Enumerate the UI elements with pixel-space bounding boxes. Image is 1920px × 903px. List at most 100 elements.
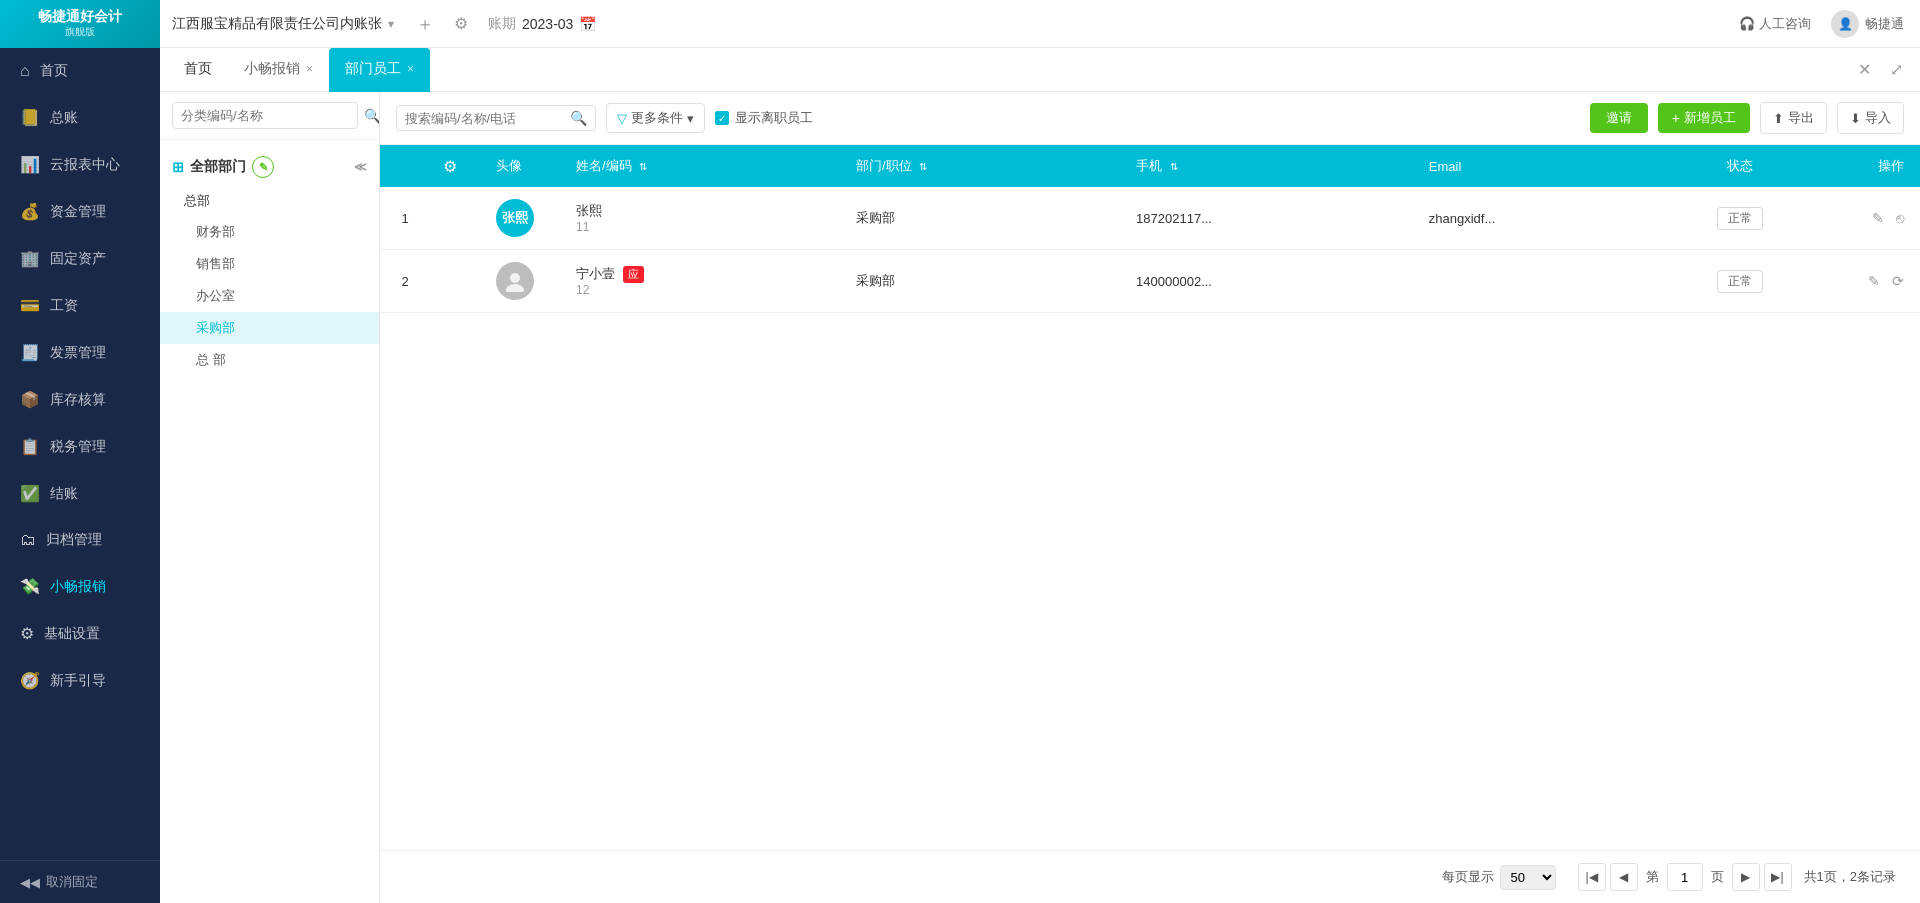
sidebar-item-home[interactable]: ⌂ 首页 (0, 48, 160, 94)
service-button[interactable]: 🎧 人工咨询 (1739, 15, 1811, 33)
sidebar-item-tax[interactable]: 📋 税务管理 (0, 423, 160, 470)
row2-name: 宁小壹 应 (576, 265, 824, 283)
th-mobile[interactable]: 手机 ⇅ (1120, 145, 1413, 187)
next-page-button[interactable]: ▶ (1732, 863, 1760, 891)
sidebar-item-guide[interactable]: 🧭 新手引导 (0, 657, 160, 704)
guide-icon: 🧭 (20, 671, 40, 690)
sidebar-item-general-ledger[interactable]: 📒 总账 (0, 94, 160, 141)
export-label: 导出 (1788, 109, 1814, 127)
th-gear[interactable]: ⚙ (430, 145, 480, 187)
per-page-label: 每页显示 (1442, 868, 1494, 886)
dept-collapse-icon[interactable]: ≪ (354, 160, 367, 174)
dept-general-label: 总 部 (196, 352, 226, 367)
row2-delete-icon[interactable]: ⟳ (1892, 273, 1904, 289)
user-menu[interactable]: 👤 畅捷通 (1831, 10, 1904, 38)
add-employee-button[interactable]: + 新增员工 (1658, 103, 1750, 133)
logo-area[interactable]: 畅捷通好会计 旗舰版 (0, 0, 160, 48)
unpin-sidebar-button[interactable]: ◀◀ 取消固定 (0, 860, 160, 903)
import-button[interactable]: ⬇ 导入 (1837, 102, 1904, 134)
filter-icon: ▽ (617, 111, 627, 126)
more-conditions-button[interactable]: ▽ 更多条件 ▾ (606, 103, 705, 133)
plus-icon: + (1672, 110, 1680, 126)
grid-icon: ⊞ (172, 159, 184, 175)
row1-checkbox[interactable] (430, 187, 480, 250)
sidebar-item-fixed-assets[interactable]: 🏢 固定资产 (0, 235, 160, 282)
page-number-input[interactable] (1667, 863, 1703, 891)
dept-search-icon[interactable]: 🔍 (364, 108, 380, 124)
expand-tab-button[interactable]: ⤢ (1880, 54, 1912, 86)
add-tab-button[interactable]: ＋ (406, 12, 444, 36)
sidebar-item-invoice[interactable]: 🧾 发票管理 (0, 329, 160, 376)
dept-edit-icon[interactable]: ✎ (252, 156, 274, 178)
invite-button[interactable]: 邀请 (1590, 103, 1648, 133)
row2-edit-icon[interactable]: ✎ (1868, 273, 1880, 289)
row2-email (1413, 250, 1680, 313)
dept-child-sales[interactable]: 销售部 (160, 248, 379, 280)
row2-checkbox[interactable] (430, 250, 480, 313)
sidebar-item-inventory[interactable]: 📦 库存核算 (0, 376, 160, 423)
page-total-label: 共1页，2条记录 (1804, 868, 1896, 886)
company-chevron-icon: ▾ (388, 17, 394, 31)
sidebar-item-archive[interactable]: 🗂 归档管理 (0, 517, 160, 563)
unpin-label: 取消固定 (46, 873, 98, 891)
sidebar-item-funds[interactable]: 💰 资金管理 (0, 188, 160, 235)
row1-status-badge: 正常 (1717, 207, 1763, 230)
table-gear-icon[interactable]: ⚙ (430, 146, 470, 186)
dept-child-general[interactable]: 总 部 (160, 344, 379, 376)
settings-icon[interactable]: ⚙ (444, 14, 478, 33)
row1-edit-icon[interactable]: ✎ (1872, 210, 1884, 226)
tab-xiaochang-close-icon[interactable]: × (306, 62, 313, 76)
dept-child-office[interactable]: 办公室 (160, 280, 379, 312)
tax-icon: 📋 (20, 437, 40, 456)
row1-email: zhangxidf... (1413, 187, 1680, 250)
row1-dept: 采购部 (840, 187, 1120, 250)
tab-dept-employee-close-icon[interactable]: × (407, 62, 414, 76)
dept-child-finance[interactable]: 财务部 (160, 216, 379, 248)
per-page-selector[interactable]: 每页显示 50 20 100 (1442, 865, 1562, 890)
headset-icon: 🎧 (1739, 16, 1755, 31)
employee-search-wrap[interactable]: 🔍 (396, 105, 596, 131)
calendar-icon[interactable]: 📅 (579, 16, 596, 32)
prev-page-button[interactable]: ◀ (1610, 863, 1638, 891)
sidebar-item-xiaochang[interactable]: 💸 小畅报销 (0, 563, 160, 610)
export-button[interactable]: ⬆ 导出 (1760, 102, 1827, 134)
unpin-icon: ◀◀ (20, 875, 40, 890)
dept-all-button[interactable]: ⊞ 全部部门 ✎ ≪ (160, 148, 379, 186)
row1-name: 张熙 (576, 202, 824, 220)
row2-status-badge: 正常 (1717, 270, 1763, 293)
sidebar-item-reports[interactable]: 📊 云报表中心 (0, 141, 160, 188)
first-page-button[interactable]: |◀ (1578, 863, 1606, 891)
close-tab-button[interactable]: ✕ (1848, 54, 1880, 86)
per-page-select[interactable]: 50 20 100 (1500, 865, 1556, 890)
logo-subtitle: 旗舰版 (65, 25, 95, 39)
dept-sales-label: 销售部 (196, 256, 235, 271)
last-page-button[interactable]: ▶| (1764, 863, 1792, 891)
period-selector[interactable]: 账期 2023-03 📅 (478, 15, 606, 33)
tab-home[interactable]: 首页 (168, 48, 228, 92)
sidebar-item-basic-settings[interactable]: ⚙ 基础设置 (0, 610, 160, 657)
import-label: 导入 (1865, 109, 1891, 127)
pagination: 每页显示 50 20 100 |◀ ◀ 第 页 ▶ (380, 850, 1920, 903)
checkout-icon: ✅ (20, 484, 40, 503)
th-dept-position[interactable]: 部门/职位 ⇅ (840, 145, 1120, 187)
funds-icon: 💰 (20, 202, 40, 221)
svg-point-0 (510, 273, 520, 283)
row1-actions: ✎ ⎋ (1800, 187, 1920, 250)
tab-xiaochang[interactable]: 小畅报销 × (228, 48, 329, 92)
sidebar-item-checkout[interactable]: ✅ 结账 (0, 470, 160, 517)
tab-dept-employee[interactable]: 部门员工 × (329, 48, 430, 92)
tab-home-label: 首页 (184, 60, 212, 78)
sidebar-item-payroll[interactable]: 💳 工资 (0, 282, 160, 329)
company-selector[interactable]: 江西服宝精品有限责任公司内账张 ▾ (160, 15, 406, 33)
sidebar-item-label: 归档管理 (46, 531, 102, 549)
employee-search-icon[interactable]: 🔍 (570, 110, 587, 126)
reports-icon: 📊 (20, 155, 40, 174)
th-name-code[interactable]: 姓名/编码 ⇅ (560, 145, 840, 187)
dept-child-purchase[interactable]: 采购部 (160, 312, 379, 344)
dept-search-input[interactable] (172, 102, 358, 129)
department-panel: 🔍 ⊞ 全部部门 ✎ ≪ 总部 财务部 (160, 92, 380, 903)
show-resigned-checkbox[interactable]: ✓ 显示离职员工 (715, 109, 813, 127)
employee-search-input[interactable] (405, 111, 570, 126)
tab-bar: 首页 小畅报销 × 部门员工 × ✕ ⤢ (160, 48, 1920, 92)
row1-logout-icon[interactable]: ⎋ (1896, 210, 1904, 226)
